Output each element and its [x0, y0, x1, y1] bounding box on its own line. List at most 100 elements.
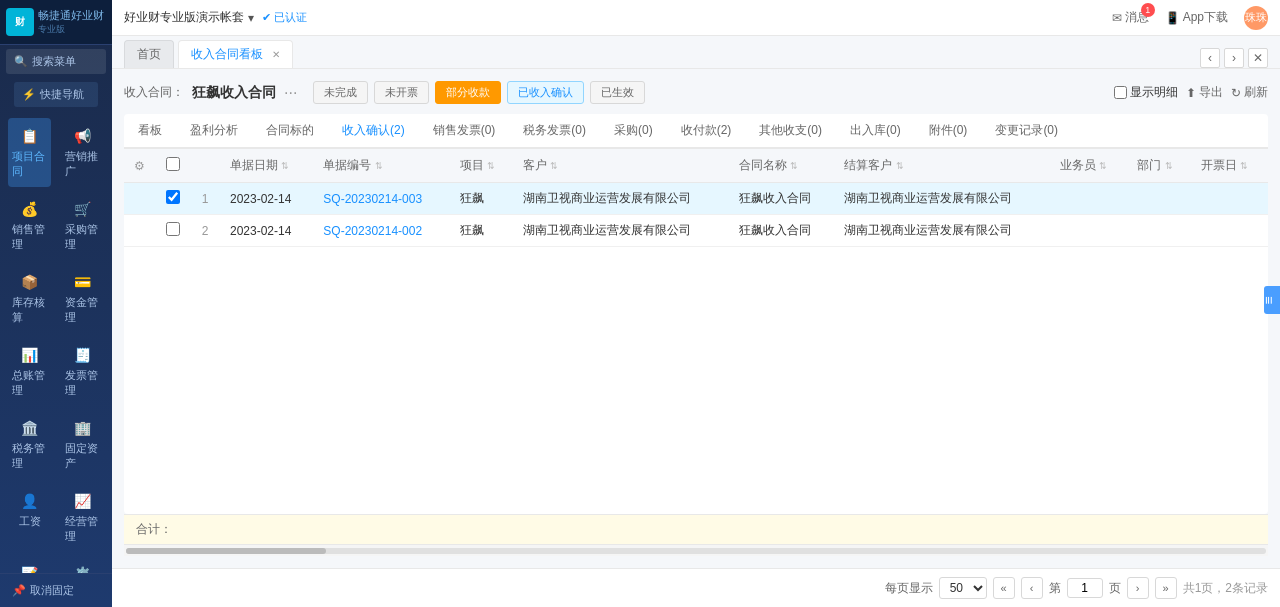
contract-more-button[interactable]: ···: [284, 84, 297, 102]
sidebar-item-sales[interactable]: 💰 销售管理: [8, 191, 51, 260]
hr-icon: 👤: [20, 491, 40, 511]
unpin-button[interactable]: 📌 取消固定: [4, 578, 108, 603]
inner-tab-attachment[interactable]: 附件(0): [915, 114, 982, 149]
sidebar-item-marketing[interactable]: 📢 营销推广: [61, 118, 104, 187]
prev-page-button[interactable]: ‹: [1021, 577, 1043, 599]
quick-nav-button[interactable]: ⚡ 快捷导航: [14, 82, 98, 107]
row2-no: SQ-20230214-002: [313, 215, 449, 247]
status-btn-partial[interactable]: 部分收款: [435, 81, 501, 104]
row1-salesperson: [1050, 183, 1127, 215]
message-button[interactable]: ✉ 消息 1: [1112, 9, 1149, 26]
app-download-button[interactable]: 📱 App下载: [1165, 9, 1228, 26]
invoice-icon: 🧾: [73, 345, 93, 365]
export-button[interactable]: ⬆ 导出: [1186, 84, 1223, 101]
row2-check[interactable]: [166, 222, 180, 236]
col-date[interactable]: 单据日期 ⇅: [220, 149, 313, 183]
status-btn-uninvoiced[interactable]: 未开票: [374, 81, 429, 104]
tax-icon: 🏛️: [20, 418, 40, 438]
search-menu-button[interactable]: 🔍 搜索菜单: [6, 49, 106, 74]
table-header-row: ⚙ 单据日期 ⇅ 单据编号 ⇅: [124, 149, 1268, 183]
page-number-input[interactable]: [1067, 578, 1103, 598]
first-page-button[interactable]: «: [993, 577, 1015, 599]
col-billdate[interactable]: 开票日 ⇅: [1191, 149, 1268, 183]
sidebar-item-general[interactable]: 📊 总账管理: [8, 337, 51, 406]
sidebar-item-tax[interactable]: 🏛️ 税务管理: [8, 410, 51, 479]
inner-tab-sales-invoice[interactable]: 销售发票(0): [419, 114, 510, 149]
tab-close-icon[interactable]: ✕: [272, 49, 280, 60]
sidebar-item-inventory[interactable]: 📦 库存核算: [8, 264, 51, 333]
scrollbar-track: [126, 548, 1266, 554]
inner-tab-warehouse[interactable]: 出入库(0): [836, 114, 915, 149]
tab-home[interactable]: 首页: [124, 40, 174, 68]
inner-tab-income[interactable]: 收入确认(2): [328, 114, 419, 149]
table-row[interactable]: 1 2023-02-14 SQ-20230214-003 狂飙 湖南卫视商业运营…: [124, 183, 1268, 215]
basic-icon: ⚙️: [73, 564, 93, 573]
col-no[interactable]: 单据编号 ⇅: [313, 149, 449, 183]
inner-tab-tax-invoice[interactable]: 税务发票(0): [509, 114, 600, 149]
table-row[interactable]: 2 2023-02-14 SQ-20230214-002 狂飙 湖南卫视商业运营…: [124, 215, 1268, 247]
right-panel-toggle[interactable]: ≡: [1264, 286, 1280, 314]
sort-no-icon: ⇅: [375, 161, 383, 171]
inner-tab-subject[interactable]: 合同标的: [252, 114, 328, 149]
user-menu-button[interactable]: 珠珠: [1244, 6, 1268, 30]
tab-prev-arrow[interactable]: ‹: [1200, 48, 1220, 68]
sidebar-item-reports[interactable]: 📝 小畅报告: [8, 556, 51, 573]
status-btn-effective[interactable]: 已生效: [590, 81, 645, 104]
inner-tab-profit[interactable]: 盈利分析: [176, 114, 252, 149]
sidebar-item-ops[interactable]: 📈 经营管理: [61, 483, 104, 552]
col-salesperson[interactable]: 业务员 ⇅: [1050, 149, 1127, 183]
detail-checkbox-input[interactable]: [1114, 86, 1127, 99]
col-contract-name[interactable]: 合同名称 ⇅: [729, 149, 835, 183]
col-settings[interactable]: ⚙: [124, 149, 156, 183]
row1-check[interactable]: [166, 190, 180, 204]
contract-header: 收入合同： 狂飙收入合同 ··· 未完成 未开票 部分收款 已收入确认 已生效 …: [124, 81, 1268, 104]
col-customer[interactable]: 客户 ⇅: [513, 149, 729, 183]
sales-icon: 💰: [20, 199, 40, 219]
sidebar-item-basic[interactable]: ⚙️ 基础信息: [61, 556, 104, 573]
col-settlement[interactable]: 结算客户 ⇅: [834, 149, 1050, 183]
inner-tab-board[interactable]: 看板: [124, 114, 176, 149]
sidebar-item-fixed-assets[interactable]: 🏢 固定资产: [61, 410, 104, 479]
tab-contract-board[interactable]: 收入合同看板 ✕: [178, 40, 293, 68]
col-department[interactable]: 部门 ⇅: [1127, 149, 1190, 183]
settings-gear-icon[interactable]: ⚙: [134, 159, 145, 173]
status-btn-confirmed[interactable]: 已收入确认: [507, 81, 584, 104]
main-area: 好业财专业版演示帐套 ▾ ✔ 已认证 ✉ 消息 1 📱 App下载 珠珠: [112, 0, 1280, 607]
tab-close-all[interactable]: ✕: [1248, 48, 1268, 68]
inner-tab-changes[interactable]: 变更记录(0): [981, 114, 1072, 149]
refresh-button[interactable]: ↻ 刷新: [1231, 84, 1268, 101]
reports-icon: 📝: [20, 564, 40, 573]
next-page-button[interactable]: ›: [1127, 577, 1149, 599]
status-buttons: 未完成 未开票 部分收款 已收入确认 已生效: [313, 81, 645, 104]
fixed-assets-icon: 🏢: [73, 418, 93, 438]
sidebar-item-funds[interactable]: 💳 资金管理: [61, 264, 104, 333]
row1-checkbox: [156, 183, 190, 215]
scrollbar-thumb[interactable]: [126, 548, 326, 554]
row1-date: 2023-02-14: [220, 183, 313, 215]
row2-no-link[interactable]: SQ-20230214-002: [323, 224, 422, 238]
inner-tab-purchase[interactable]: 采购(0): [600, 114, 667, 149]
sidebar-item-label-funds: 资金管理: [65, 295, 100, 325]
page-size-select[interactable]: 50: [939, 577, 987, 599]
sidebar-item-hr[interactable]: 👤 工资: [8, 483, 51, 552]
sidebar-item-invoice[interactable]: 🧾 发票管理: [61, 337, 104, 406]
topbar-left: 好业财专业版演示帐套 ▾ ✔ 已认证: [124, 9, 307, 26]
display-detail-checkbox[interactable]: 显示明细: [1114, 84, 1178, 101]
col-project[interactable]: 项目 ⇅: [450, 149, 513, 183]
pagination: 每页显示 50 « ‹ 第 页 › » 共1页，2条记录: [112, 568, 1280, 607]
sidebar-item-project[interactable]: 📋 项目合同: [8, 118, 51, 187]
inner-tab-payment[interactable]: 收付款(2): [667, 114, 746, 149]
content-area: 收入合同： 狂飙收入合同 ··· 未完成 未开票 部分收款 已收入确认 已生效 …: [112, 69, 1280, 568]
status-btn-incomplete[interactable]: 未完成: [313, 81, 368, 104]
horizontal-scrollbar[interactable]: [124, 544, 1268, 556]
topbar-right: ✉ 消息 1 📱 App下载 珠珠: [1112, 6, 1268, 30]
select-all-checkbox[interactable]: [166, 157, 180, 171]
sort-dept-icon: ⇅: [1165, 161, 1173, 171]
company-selector[interactable]: 好业财专业版演示帐套 ▾: [124, 9, 254, 26]
last-page-button[interactable]: »: [1155, 577, 1177, 599]
sidebar-item-purchase[interactable]: 🛒 采购管理: [61, 191, 104, 260]
tab-next-arrow[interactable]: ›: [1224, 48, 1244, 68]
inner-tab-other[interactable]: 其他收支(0): [745, 114, 836, 149]
row1-no-link[interactable]: SQ-20230214-003: [323, 192, 422, 206]
tabbar: 首页 收入合同看板 ✕ ‹ › ✕: [112, 36, 1280, 69]
